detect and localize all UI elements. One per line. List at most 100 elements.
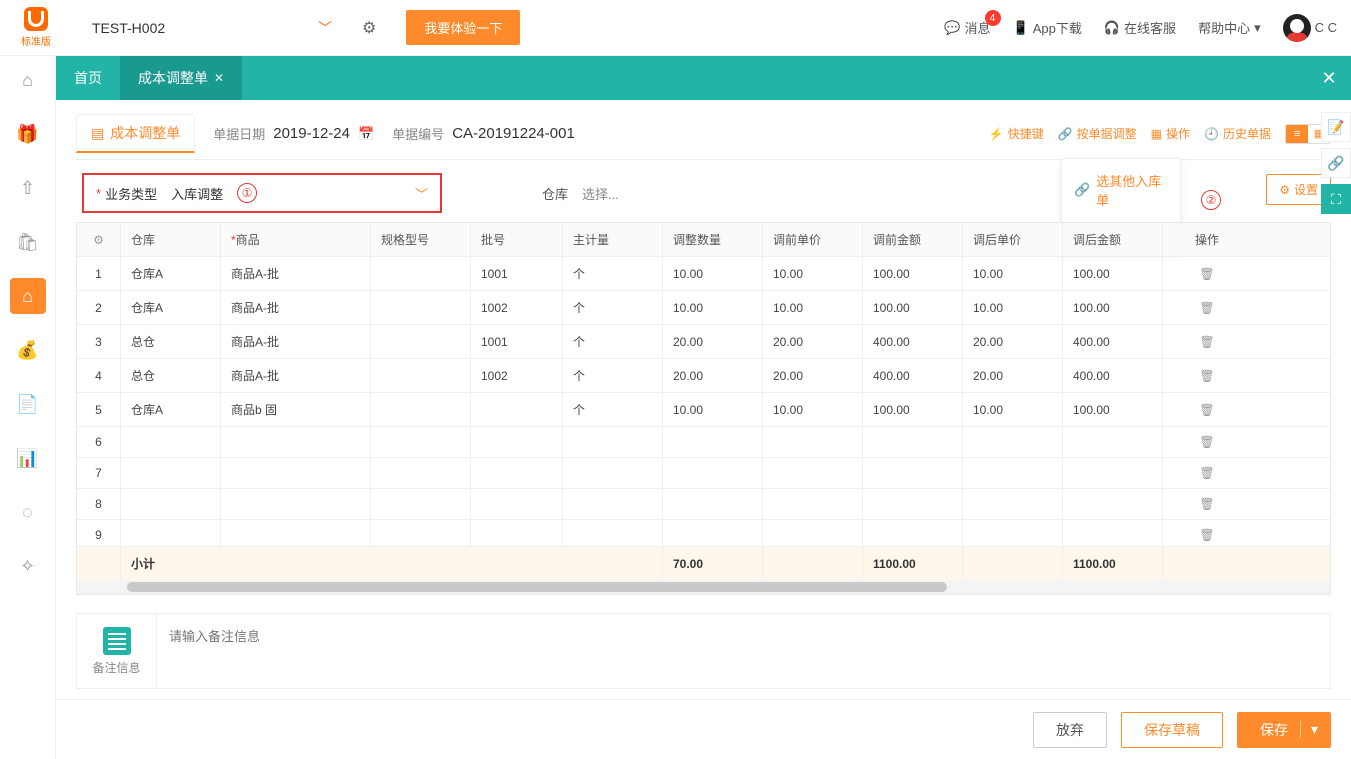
cell-qty[interactable] [663,520,763,546]
row-delete-button[interactable]: 🗑 [1163,489,1251,519]
chevron-down-icon[interactable]: ▾ [1300,721,1318,738]
col-price-after[interactable]: 调后单价 [963,223,1063,256]
row-delete-button[interactable]: 🗑 [1163,427,1251,457]
nav-doc-icon[interactable]: 📄 [10,386,46,422]
cell-unit[interactable]: 个 [563,257,663,290]
cell-spec[interactable] [371,520,471,546]
support-link[interactable]: 🎧 在线客服 [1104,18,1176,37]
list-view-icon[interactable]: ≡ [1286,125,1308,143]
cell-spec[interactable] [371,325,471,358]
col-op[interactable]: 操作 [1163,223,1251,256]
cell-unit[interactable]: 个 [563,393,663,426]
cell-unit[interactable] [563,427,663,457]
app-download-link[interactable]: 📱 App下载 [1013,18,1082,37]
col-price-before[interactable]: 调前单价 [763,223,863,256]
row-delete-button[interactable]: 🗑 [1163,325,1251,358]
cell-warehouse[interactable]: 仓库A [121,393,221,426]
calendar-icon[interactable]: 📅 [358,126,374,142]
cell-amount-before[interactable] [863,427,963,457]
rail-expand-icon[interactable]: ⛶ [1321,184,1351,214]
cell-product[interactable]: 商品A-批 [221,257,371,290]
cell-amount-after[interactable]: 100.00 [1063,393,1163,426]
cell-amount-before[interactable]: 400.00 [863,359,963,392]
nav-warehouse-icon[interactable]: ⌂ [10,278,46,314]
cell-qty[interactable] [663,489,763,519]
cell-price-before[interactable] [763,458,863,488]
cell-qty[interactable]: 20.00 [663,359,763,392]
close-icon[interactable]: ✕ [214,71,224,85]
table-row[interactable]: 3总仓商品A-批1001个20.0020.00400.0020.00400.00… [77,325,1330,359]
cell-price-after[interactable] [963,458,1063,488]
cell-unit[interactable] [563,489,663,519]
cell-product[interactable] [221,489,371,519]
biz-type-select[interactable]: * 业务类型 入库调整 ① ﹀ [82,173,442,213]
cell-qty[interactable]: 10.00 [663,291,763,324]
cell-spec[interactable] [371,257,471,290]
cell-warehouse[interactable]: 仓库A [121,257,221,290]
save-draft-button[interactable]: 保存草稿 [1121,712,1223,748]
col-product[interactable]: *商品 [221,223,371,256]
cell-amount-after[interactable]: 400.00 [1063,325,1163,358]
cell-batch[interactable]: 1001 [471,325,563,358]
cell-batch[interactable]: 1002 [471,291,563,324]
tenant-select[interactable]: TEST-H002 ﹀ [82,11,342,45]
row-delete-button[interactable]: 🗑 [1163,359,1251,392]
shortcut-link[interactable]: ⚡快捷键 [989,125,1044,142]
col-spec[interactable]: 规格型号 [371,223,471,256]
cell-price-after[interactable] [963,489,1063,519]
col-batch[interactable]: 批号 [471,223,563,256]
cell-warehouse[interactable]: 总仓 [121,325,221,358]
cell-amount-after[interactable]: 100.00 [1063,291,1163,324]
col-amount-before[interactable]: 调前金额 [863,223,963,256]
cell-amount-after[interactable] [1063,458,1163,488]
ops-link[interactable]: ▦操作 [1151,125,1190,142]
cell-qty[interactable]: 10.00 [663,393,763,426]
history-link[interactable]: 🕘历史单据 [1204,125,1271,142]
tab-cost-adjust[interactable]: 成本调整单 ✕ [120,56,242,100]
cell-price-after[interactable]: 20.00 [963,325,1063,358]
help-link[interactable]: 帮助中心 ▾ [1198,18,1261,37]
close-all-icon[interactable]: ✕ [1307,56,1351,100]
table-row[interactable]: 9🗑 [77,520,1330,546]
cell-price-before[interactable]: 20.00 [763,359,863,392]
cell-amount-before[interactable]: 100.00 [863,291,963,324]
cell-product[interactable]: 商品A-批 [221,359,371,392]
cell-product[interactable]: 商品A-批 [221,325,371,358]
cell-warehouse[interactable]: 仓库A [121,291,221,324]
nav-new-icon[interactable]: ✧ [10,548,46,584]
cell-price-after[interactable] [963,520,1063,546]
cell-batch[interactable]: 1002 [471,359,563,392]
nav-bag-icon[interactable]: 🛍 [10,224,46,260]
cell-unit[interactable]: 个 [563,325,663,358]
cell-amount-before[interactable]: 100.00 [863,393,963,426]
col-amount-after[interactable]: 调后金额 [1063,223,1163,256]
col-qty[interactable]: 调整数量 [663,223,763,256]
rail-note-icon[interactable]: 📝 [1321,112,1351,142]
nav-report-icon[interactable]: 📊 [10,440,46,476]
cell-product[interactable] [221,427,371,457]
cell-price-before[interactable] [763,489,863,519]
cell-warehouse[interactable] [121,458,221,488]
cell-product[interactable] [221,458,371,488]
cell-spec[interactable] [371,427,471,457]
cell-price-after[interactable] [963,427,1063,457]
col-unit[interactable]: 主计量 [563,223,663,256]
cell-warehouse[interactable]: 总仓 [121,359,221,392]
cell-spec[interactable] [371,458,471,488]
table-row[interactable]: 7🗑 [77,458,1330,489]
settings-icon[interactable]: ⚙ [362,18,376,38]
row-delete-button[interactable]: 🗑 [1163,257,1251,290]
cell-product[interactable]: 商品A-批 [221,291,371,324]
cell-amount-after[interactable] [1063,427,1163,457]
table-row[interactable]: 8🗑 [77,489,1330,520]
cell-qty[interactable] [663,427,763,457]
cell-spec[interactable] [371,393,471,426]
nav-sync-icon[interactable]: ◌ [10,494,46,530]
cell-amount-after[interactable]: 100.00 [1063,257,1163,290]
nav-up-icon[interactable]: ⇧ [10,170,46,206]
cell-unit[interactable]: 个 [563,291,663,324]
cell-price-after[interactable]: 10.00 [963,291,1063,324]
nav-gift-icon[interactable]: 🎁 [10,116,46,152]
user-menu[interactable]: C C [1283,14,1337,42]
row-delete-button[interactable]: 🗑 [1163,520,1251,546]
